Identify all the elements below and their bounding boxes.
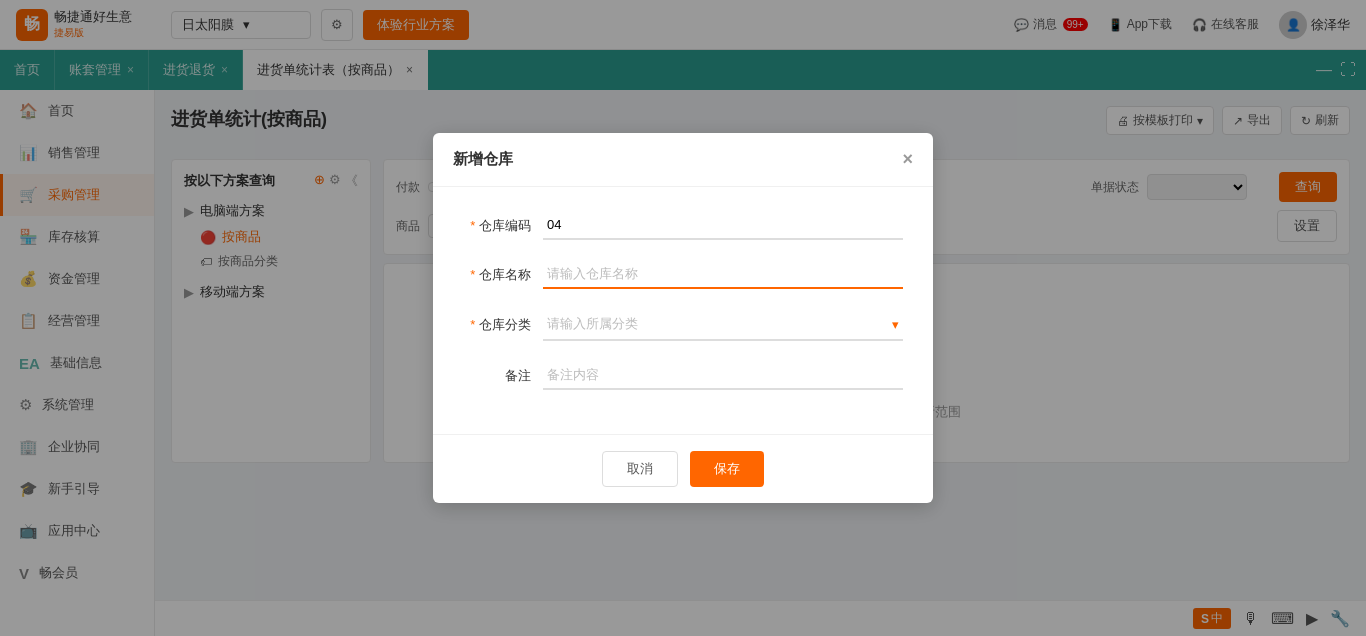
cancel-button[interactable]: 取消 — [602, 451, 678, 487]
warehouse-category-label: 仓库分类 — [463, 316, 543, 334]
modal-title: 新增仓库 — [453, 150, 513, 169]
warehouse-category-row: 仓库分类 请输入所属分类 ▾ — [463, 309, 903, 341]
remark-row: 备注 — [463, 361, 903, 390]
modal-header: 新增仓库 × — [433, 133, 933, 187]
save-button[interactable]: 保存 — [690, 451, 764, 487]
warehouse-category-placeholder: 请输入所属分类 — [547, 315, 638, 333]
warehouse-name-input[interactable] — [543, 260, 903, 289]
warehouse-category-select[interactable]: 请输入所属分类 ▾ — [543, 309, 903, 341]
new-warehouse-modal: 新增仓库 × 仓库编码 仓库名称 仓库分类 请输入所属分类 ▾ 备注 — [433, 133, 933, 503]
warehouse-code-row: 仓库编码 — [463, 211, 903, 240]
modal-footer: 取消 保存 — [433, 434, 933, 503]
modal-overlay[interactable]: 新增仓库 × 仓库编码 仓库名称 仓库分类 请输入所属分类 ▾ 备注 — [0, 0, 1366, 636]
modal-body: 仓库编码 仓库名称 仓库分类 请输入所属分类 ▾ 备注 — [433, 187, 933, 434]
warehouse-name-row: 仓库名称 — [463, 260, 903, 289]
warehouse-category-chevron-icon: ▾ — [892, 317, 899, 332]
warehouse-code-input[interactable] — [543, 211, 903, 240]
warehouse-name-label: 仓库名称 — [463, 266, 543, 284]
remark-input[interactable] — [543, 361, 903, 390]
modal-close-button[interactable]: × — [902, 149, 913, 170]
remark-label: 备注 — [463, 367, 543, 385]
warehouse-code-label: 仓库编码 — [463, 217, 543, 235]
